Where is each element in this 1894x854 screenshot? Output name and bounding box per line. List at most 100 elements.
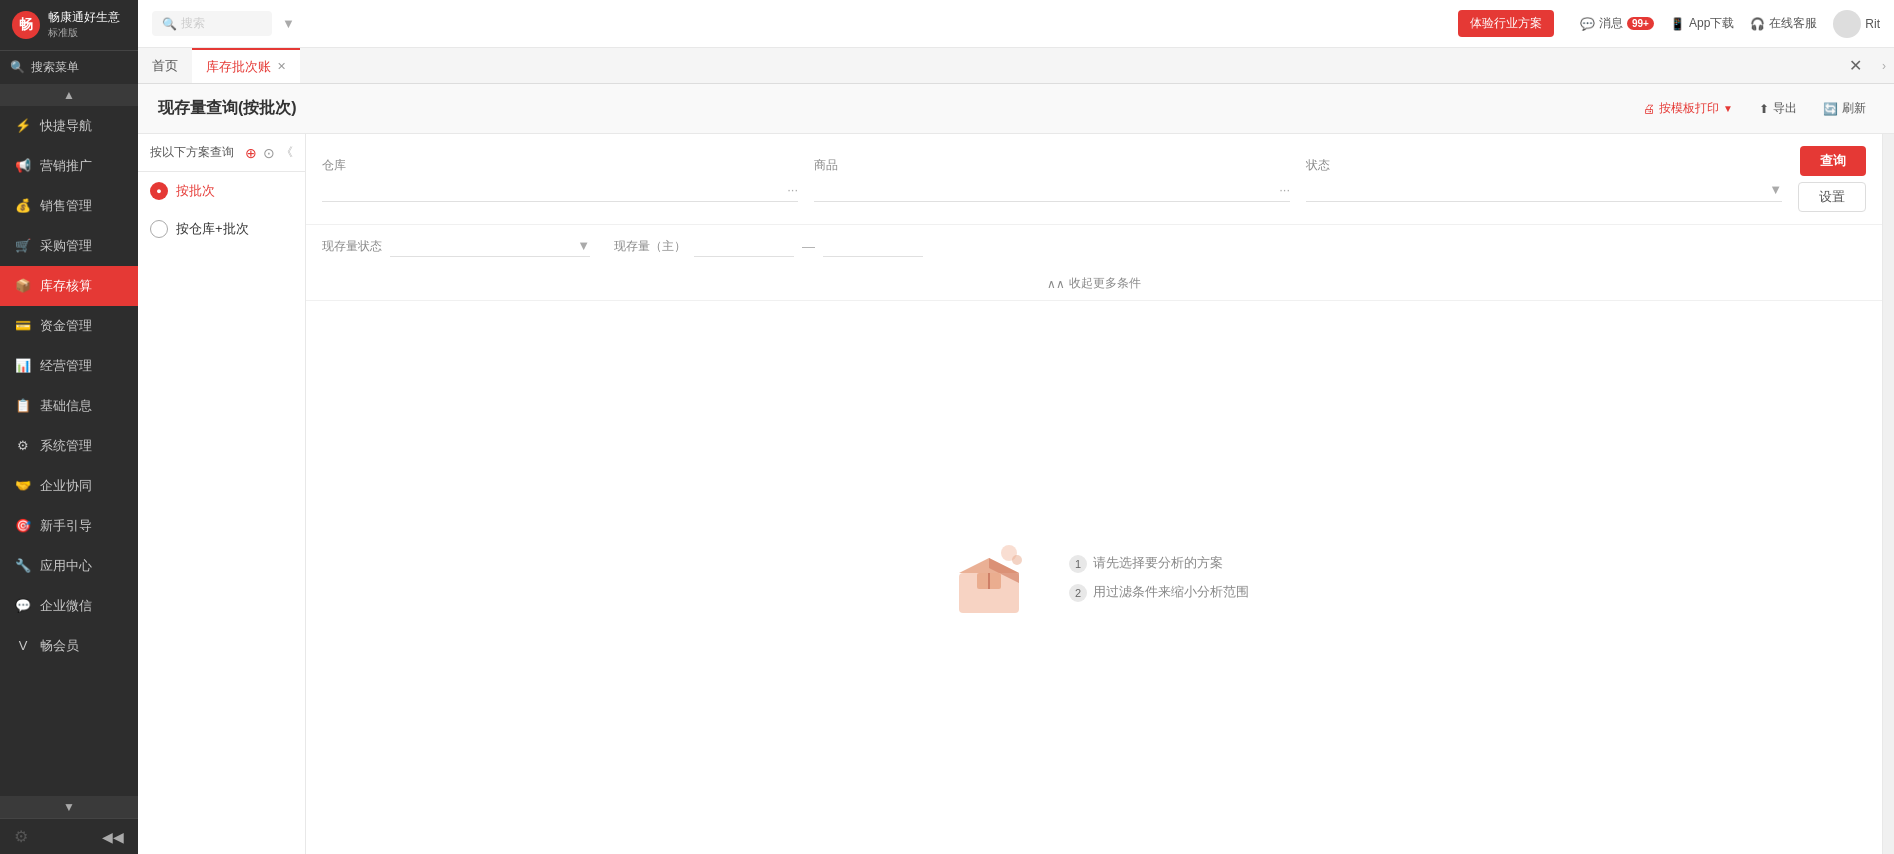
status-filter-label: 状态: [1306, 157, 1782, 174]
right-scrollbar[interactable]: [1882, 134, 1894, 854]
scheme-item-label: 按仓库+批次: [176, 220, 249, 238]
sidebar-item-label: 营销推广: [40, 157, 92, 175]
print-dropdown-icon[interactable]: ▼: [1723, 103, 1733, 114]
print-button[interactable]: 🖨 按模板打印 ▼: [1635, 96, 1741, 121]
content-area: 按以下方案查询 ⊕ ⊙ 《 ● 按批次 按仓库+批次: [138, 134, 1894, 854]
scheme-dot-inactive: [150, 220, 168, 238]
scheme-collapse-icon[interactable]: 《: [281, 144, 293, 161]
scheme-header-actions: ⊕ ⊙ 《: [245, 144, 293, 161]
topbar-actions: 💬 消息 99+ 📱 App下载 🎧 在线客服 Rit: [1580, 10, 1880, 38]
empty-tip-1: 1 请先选择要分析的方案: [1069, 554, 1249, 573]
app-center-icon: 🔧: [14, 557, 32, 575]
stock-status-select[interactable]: ▼: [390, 235, 590, 257]
stock-qty-max-input[interactable]: [823, 235, 923, 257]
sidebar-item-app-center[interactable]: 🔧 应用中心: [0, 546, 138, 586]
app-download-action[interactable]: 📱 App下载: [1670, 15, 1734, 32]
scheme-settings-icon[interactable]: ⊙: [263, 145, 275, 161]
sidebar-item-label: 畅会员: [40, 637, 79, 655]
sidebar-item-sales[interactable]: 💰 销售管理: [0, 186, 138, 226]
refresh-button[interactable]: 🔄 刷新: [1815, 96, 1874, 121]
sidebar-item-newbie[interactable]: 🎯 新手引导: [0, 506, 138, 546]
sidebar-item-marketing[interactable]: 📢 营销推广: [0, 146, 138, 186]
sidebar-item-label: 基础信息: [40, 397, 92, 415]
tab-home[interactable]: 首页: [138, 48, 192, 83]
scheme-item-by-batch[interactable]: ● 按批次: [138, 172, 305, 210]
tab-batch-inventory[interactable]: 库存批次账 ✕: [192, 48, 300, 83]
user-avatar: [1833, 10, 1861, 38]
sidebar-scroll-down[interactable]: ▼: [0, 796, 138, 818]
sidebar-item-wechat[interactable]: 💬 企业微信: [0, 586, 138, 626]
tabbar: 首页 库存批次账 ✕ ✕ ›: [138, 48, 1894, 84]
page-title: 现存量查询(按批次): [158, 98, 297, 119]
refresh-icon: 🔄: [1823, 102, 1838, 116]
settings-button[interactable]: 设置: [1798, 182, 1866, 212]
tab-panel-close-button[interactable]: ✕: [1837, 56, 1874, 75]
online-service-action[interactable]: 🎧 在线客服: [1750, 15, 1817, 32]
scheme-item-by-warehouse-batch[interactable]: 按仓库+批次: [138, 210, 305, 248]
sidebar-item-label: 库存核算: [40, 277, 92, 295]
sidebar-item-operations[interactable]: 📊 经营管理: [0, 346, 138, 386]
tip-num-1: 1: [1069, 555, 1087, 573]
sidebar-settings-icon[interactable]: ⚙: [14, 827, 28, 846]
range-dash: —: [802, 239, 815, 254]
sidebar-item-label: 企业微信: [40, 597, 92, 615]
user-profile-action[interactable]: Rit: [1833, 10, 1880, 38]
app-title: 畅康通好生意: [48, 10, 120, 26]
sidebar-item-basic-info[interactable]: 📋 基础信息: [0, 386, 138, 426]
sidebar-item-finance[interactable]: 💳 资金管理: [0, 306, 138, 346]
scheme-dot-active: ●: [150, 182, 168, 200]
messages-icon: 💬: [1580, 17, 1595, 31]
sidebar-item-purchase[interactable]: 🛒 采购管理: [0, 226, 138, 266]
finance-icon: 💳: [14, 317, 32, 335]
main-area: 🔍 搜索 ▼ 体验行业方案 💬 消息 99+ 📱 App下载 🎧 在线客服 Ri: [138, 0, 1894, 854]
sidebar-search[interactable]: 🔍 搜索菜单: [0, 51, 138, 84]
sidebar-item-system[interactable]: ⚙ 系统管理: [0, 426, 138, 466]
collapse-bar[interactable]: ∧∧ 收起更多条件: [306, 267, 1882, 301]
industry-solution-button[interactable]: 体验行业方案: [1458, 10, 1554, 37]
scheme-item-label: 按批次: [176, 182, 215, 200]
newbie-icon: 🎯: [14, 517, 32, 535]
status-filter-select[interactable]: ▼: [1306, 178, 1782, 202]
sidebar-collapse-icon[interactable]: ◀◀: [102, 829, 124, 845]
stock-qty-group: 现存量（主） —: [614, 235, 923, 257]
print-label: 按模板打印: [1659, 100, 1719, 117]
product-filter-group: 商品 ···: [814, 157, 1290, 202]
product-filter-input[interactable]: ···: [814, 178, 1290, 202]
sidebar-search-label: 搜索菜单: [31, 59, 79, 76]
tab-batch-inventory-label: 库存批次账: [206, 58, 271, 76]
messages-action[interactable]: 💬 消息 99+: [1580, 15, 1654, 32]
app-download-label: App下载: [1689, 15, 1734, 32]
scheme-add-icon[interactable]: ⊕: [245, 145, 257, 161]
sidebar-item-quick-nav[interactable]: ⚡ 快捷导航: [0, 106, 138, 146]
basic-info-icon: 📋: [14, 397, 32, 415]
app-download-icon: 📱: [1670, 17, 1685, 31]
quick-nav-icon: ⚡: [14, 117, 32, 135]
stock-status-group: 现存量状态 ▼: [322, 235, 590, 257]
export-button[interactable]: ⬆ 导出: [1751, 96, 1805, 121]
sidebar-scroll-up[interactable]: ▲: [0, 84, 138, 106]
sidebar-item-inventory[interactable]: 📦 库存核算: [0, 266, 138, 306]
warehouse-dots-icon[interactable]: ···: [787, 182, 798, 197]
filter-row-2: 现存量状态 ▼ 现存量（主） —: [306, 225, 1882, 267]
warehouse-filter-group: 仓库 ···: [322, 157, 798, 202]
topbar-search-box[interactable]: 🔍 搜索: [152, 11, 272, 36]
warehouse-filter-input[interactable]: ···: [322, 178, 798, 202]
sidebar-item-label: 快捷导航: [40, 117, 92, 135]
query-button[interactable]: 查询: [1800, 146, 1866, 176]
svg-point-6: [1012, 555, 1022, 565]
tab-panel-arrow[interactable]: ›: [1874, 59, 1894, 73]
sidebar-item-vip[interactable]: V 畅会员: [0, 626, 138, 666]
empty-illustration: [939, 528, 1039, 628]
tab-close-icon[interactable]: ✕: [277, 60, 286, 73]
app-subtitle: 标准版: [48, 26, 120, 40]
online-service-label: 在线客服: [1769, 15, 1817, 32]
product-dots-icon[interactable]: ···: [1279, 182, 1290, 197]
stock-qty-min-input[interactable]: [694, 235, 794, 257]
empty-state: 1 请先选择要分析的方案 2 用过滤条件来缩小分析范围: [306, 301, 1882, 854]
sidebar-item-label: 经营管理: [40, 357, 92, 375]
export-icon: ⬆: [1759, 102, 1769, 116]
chevron-up-icon: ∧∧: [1047, 277, 1065, 291]
sidebar-item-enterprise[interactable]: 🤝 企业协同: [0, 466, 138, 506]
tip-num-2: 2: [1069, 584, 1087, 602]
topbar-dropdown-icon[interactable]: ▼: [282, 16, 295, 31]
